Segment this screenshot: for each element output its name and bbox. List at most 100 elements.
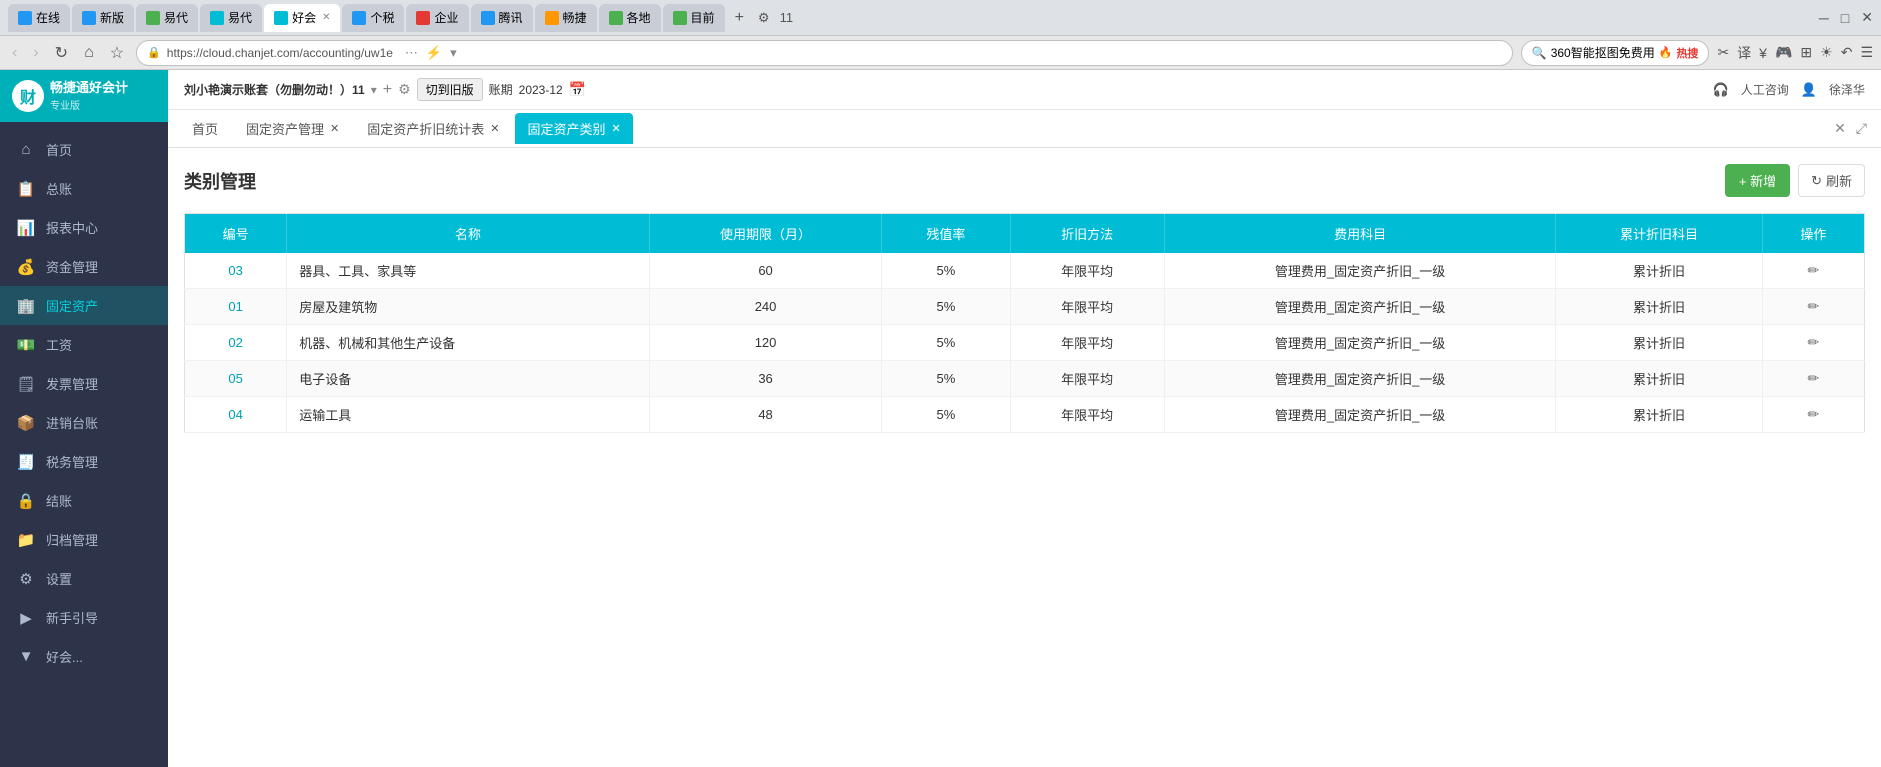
close-tab-depreciation-stats[interactable]: ✕ — [490, 122, 499, 135]
code-link-0[interactable]: 03 — [228, 263, 242, 278]
currency-icon[interactable]: ¥ — [1759, 45, 1767, 61]
code-link-2[interactable]: 02 — [228, 335, 242, 350]
row-expense-4: 管理费用_固定资产折旧_一级 — [1164, 397, 1556, 433]
sidebar-item-home[interactable]: ⌂ 首页 — [0, 130, 168, 169]
bookmark-button[interactable]: ☆ — [106, 41, 128, 65]
chevron-down-icon[interactable]: ▾ — [450, 45, 457, 61]
maximize-button[interactable]: □ — [1841, 10, 1849, 26]
row-method-0: 年限平均 — [1010, 253, 1164, 289]
sidebar-item-more[interactable]: ▼ 好会... — [0, 637, 168, 676]
tax-icon: 🧾 — [16, 453, 36, 471]
close-tab-haohui[interactable]: ✕ — [322, 12, 330, 23]
home-button[interactable]: ⌂ — [80, 42, 98, 64]
sidebar-item-ledger[interactable]: 📋 总账 — [0, 169, 168, 208]
sidebar-item-reports[interactable]: 📊 报表中心 — [0, 208, 168, 247]
switch-version-btn[interactable]: 切到旧版 — [417, 78, 483, 101]
sidebar-item-tax[interactable]: 🧾 税务管理 — [0, 442, 168, 481]
browser-tab-new[interactable]: 新版 — [72, 4, 134, 32]
add-company-icon[interactable]: + — [383, 81, 392, 99]
edit-btn-1[interactable]: ✏ — [1808, 298, 1820, 315]
lightning-icon[interactable]: ⚡ — [426, 45, 442, 61]
row-residual-4: 5% — [882, 397, 1010, 433]
gamepad-icon[interactable]: 🎮 — [1775, 44, 1792, 61]
row-expense-0: 管理费用_固定资产折旧_一级 — [1164, 253, 1556, 289]
browser-tab-tencent[interactable]: 腾讯 — [471, 4, 533, 32]
translate-icon[interactable]: 译 — [1737, 43, 1751, 63]
page-tab-label-fixed-assets-mgmt: 固定资产管理 — [246, 119, 324, 138]
table-row: 03 器具、工具、家具等 60 5% 年限平均 管理费用_固定资产折旧_一级 累… — [185, 253, 1865, 289]
settings-gear-icon[interactable]: ⚙ — [398, 81, 411, 98]
address-bar[interactable]: 🔒 https://cloud.chanjet.com/accounting/u… — [136, 40, 1513, 66]
browser-tab-gedi[interactable]: 各地 — [599, 4, 661, 32]
sidebar-item-payroll[interactable]: 💵 工资 — [0, 325, 168, 364]
undo-icon[interactable]: ↶ — [1841, 44, 1853, 61]
company-name: 刘小艳演示账套（勿删勿动！）11 — [184, 81, 365, 98]
browser-search-box[interactable]: 🔍 360智能抠图免费用 🔥 热搜 — [1521, 40, 1710, 66]
support-label[interactable]: 人工咨询 — [1741, 81, 1789, 98]
edit-btn-0[interactable]: ✏ — [1808, 262, 1820, 279]
sidebar-item-settings[interactable]: ⚙ 设置 — [0, 559, 168, 598]
sidebar-item-fixed-assets[interactable]: 🏢 固定资产 — [0, 286, 168, 325]
page-tab-depreciation-stats[interactable]: 固定资产折旧统计表 ✕ — [355, 113, 511, 144]
page-tab-fixed-assets-mgmt[interactable]: 固定资产管理 ✕ — [234, 113, 351, 144]
refresh-button[interactable]: ↻ 刷新 — [1798, 164, 1865, 197]
browser-tab-enterprise[interactable]: 企业 — [406, 4, 468, 32]
sidebar-item-funds[interactable]: 💰 资金管理 — [0, 247, 168, 286]
code-link-1[interactable]: 01 — [228, 299, 242, 314]
tab-icon-tencent — [481, 11, 495, 25]
add-button[interactable]: + 新增 — [1725, 164, 1790, 197]
sidebar-item-guide[interactable]: ▶ 新手引导 — [0, 598, 168, 637]
browser-tab-online[interactable]: 在线 — [8, 4, 70, 32]
settings-icon: ⚙ — [16, 570, 36, 588]
brightness-icon[interactable]: ☀ — [1820, 44, 1833, 61]
grid-icon[interactable]: ⊞ — [1800, 44, 1812, 61]
forward-button[interactable]: › — [29, 42, 42, 64]
page-tab-home[interactable]: 首页 — [180, 113, 230, 144]
sidebar-label-archive: 归档管理 — [46, 530, 98, 549]
sidebar-item-stock[interactable]: 📦 进销台账 — [0, 403, 168, 442]
browser-tab-tax[interactable]: 个税 — [342, 4, 404, 32]
sidebar-label-stock: 进销台账 — [46, 413, 98, 432]
tab-list-icon[interactable]: ⚙ — [754, 10, 774, 26]
row-expense-3: 管理费用_固定资产折旧_一级 — [1164, 361, 1556, 397]
edit-btn-4[interactable]: ✏ — [1808, 406, 1820, 423]
sidebar-label-home: 首页 — [46, 140, 72, 159]
menu-icon[interactable]: ☰ — [1860, 44, 1873, 61]
browser-address-bar: ‹ › ↻ ⌂ ☆ 🔒 https://cloud.chanjet.com/ac… — [0, 36, 1881, 70]
row-period-0: 60 — [649, 253, 881, 289]
close-window-button[interactable]: ✕ — [1861, 9, 1873, 26]
minimize-button[interactable]: ─ — [1819, 10, 1829, 26]
table-row: 04 运输工具 48 5% 年限平均 管理费用_固定资产折旧_一级 累计折旧 ✏ — [185, 397, 1865, 433]
edit-btn-2[interactable]: ✏ — [1808, 334, 1820, 351]
sidebar-item-archive[interactable]: 📁 归档管理 — [0, 520, 168, 559]
sidebar-item-invoice[interactable]: 🗒 发票管理 — [0, 364, 168, 403]
address-url: https://cloud.chanjet.com/accounting/uw1… — [167, 46, 393, 60]
browser-tab-changjie[interactable]: 畅捷 — [535, 4, 597, 32]
close-tab-fixed-assets-mgmt[interactable]: ✕ — [330, 122, 339, 135]
scissors-icon[interactable]: ✂ — [1717, 44, 1729, 61]
close-all-tabs-icon[interactable]: ✕ — [1832, 118, 1848, 139]
expand-icon[interactable]: ⤢ — [1854, 118, 1869, 139]
site-info-icon[interactable]: ⋯ — [405, 45, 418, 61]
browser-tab-haohui[interactable]: 好会 ✕ — [264, 4, 340, 32]
tab-label-changjie: 畅捷 — [563, 9, 587, 26]
browser-tab-yidai1[interactable]: 易代 — [136, 4, 198, 32]
calendar-icon[interactable]: 📅 — [569, 81, 586, 98]
th-name: 名称 — [287, 214, 650, 254]
back-button[interactable]: ‹ — [8, 42, 21, 64]
code-link-4[interactable]: 04 — [228, 407, 242, 422]
page-tab-label-depreciation-stats: 固定资产折旧统计表 — [367, 119, 484, 138]
reload-button[interactable]: ↻ — [51, 41, 72, 65]
browser-tab-muqian[interactable]: 目前 — [663, 4, 725, 32]
row-name-1: 房屋及建筑物 — [287, 289, 650, 325]
page-tab-category[interactable]: 固定资产类别 ✕ — [515, 113, 632, 144]
row-acc-dep-2: 累计折旧 — [1556, 325, 1762, 361]
edit-btn-3[interactable]: ✏ — [1808, 370, 1820, 387]
close-tab-category[interactable]: ✕ — [612, 122, 621, 135]
tab-bar-right: ✕ ⤢ — [1832, 118, 1869, 139]
dropdown-arrow-icon[interactable]: ▾ — [371, 83, 377, 97]
new-tab-button[interactable]: + — [727, 5, 752, 31]
browser-tab-yidai2[interactable]: 易代 — [200, 4, 262, 32]
code-link-3[interactable]: 05 — [228, 371, 242, 386]
sidebar-item-closing[interactable]: 🔒 结账 — [0, 481, 168, 520]
